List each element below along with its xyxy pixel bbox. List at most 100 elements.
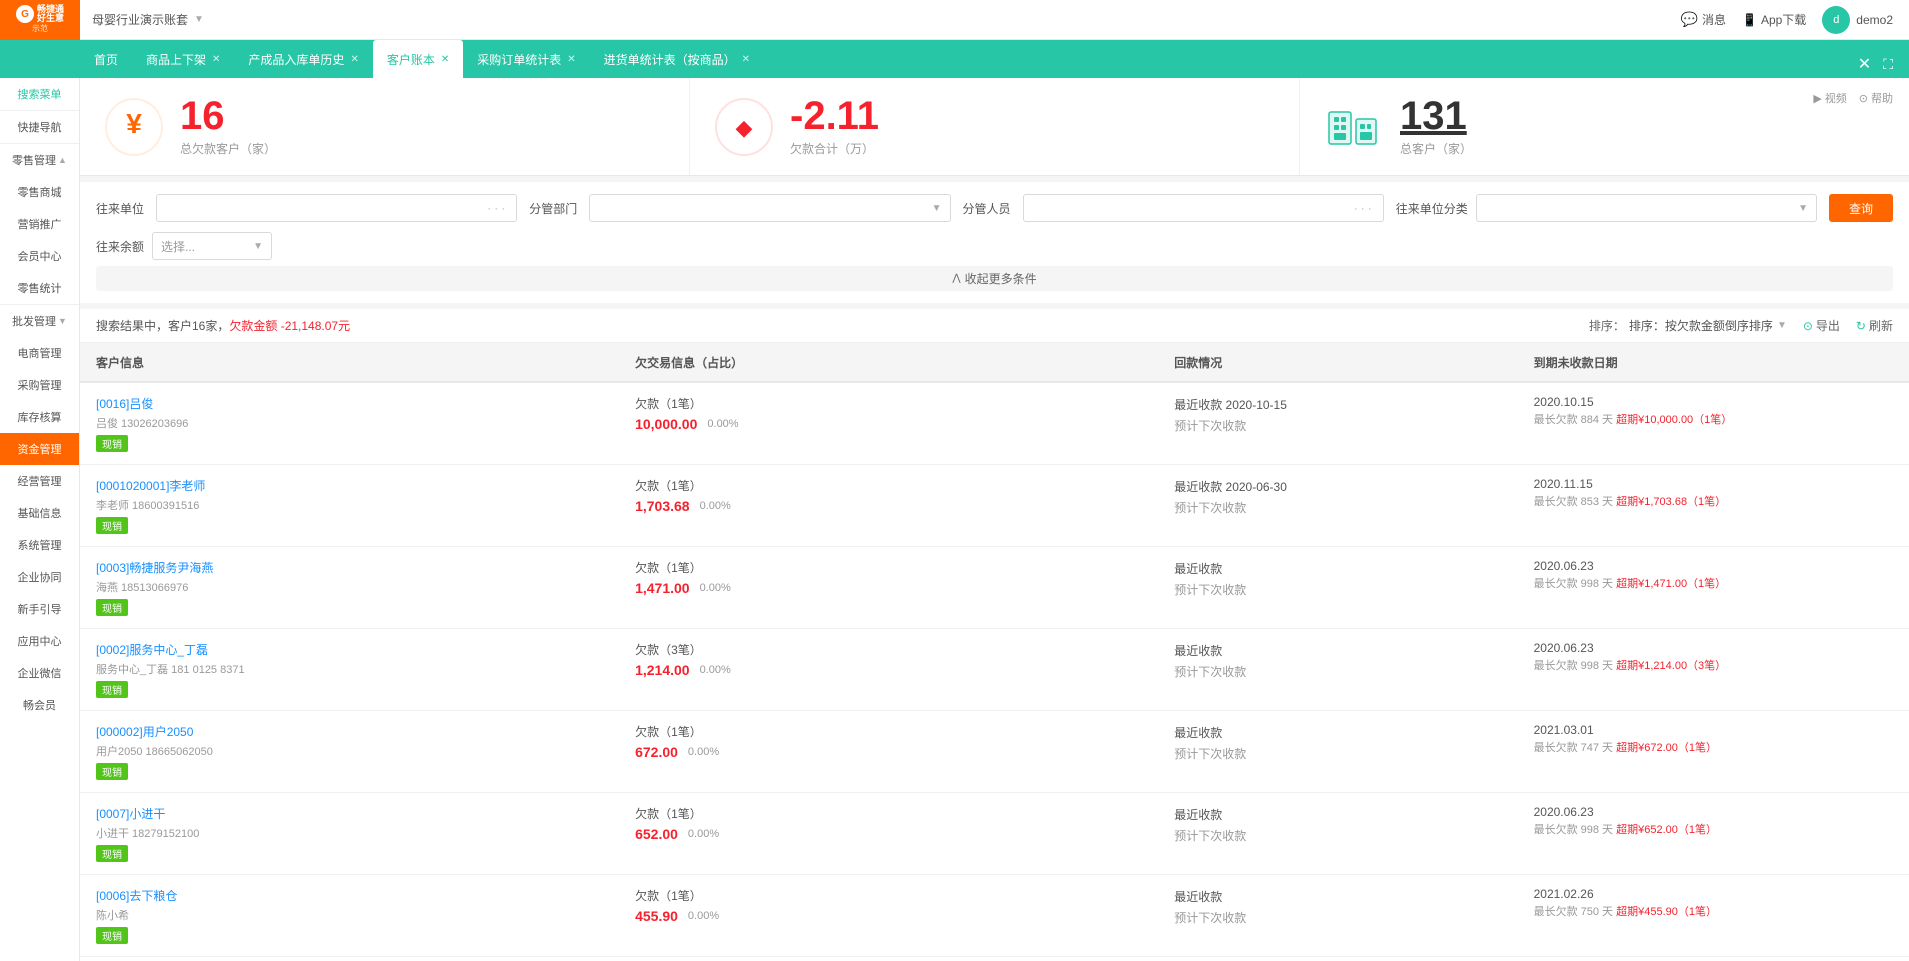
customer-name[interactable]: [0001020001]李老师: [96, 477, 635, 494]
sidebar-item-marketing[interactable]: 营销推广: [0, 208, 79, 240]
dept-select[interactable]: ▼: [589, 194, 950, 222]
sidebar-item-vip[interactable]: 畅会员: [0, 689, 79, 721]
tab-close-all-btn[interactable]: ✕: [1854, 50, 1875, 78]
overdue-amount[interactable]: 超期¥672.00（1笔）: [1616, 742, 1717, 754]
table-header: 客户信息 欠交易信息（占比） 回款情况 到期未收款日期: [80, 344, 1909, 383]
customer-phone: 用户2050 18665062050: [96, 743, 635, 759]
filter-dept-label: 分管部门: [529, 200, 581, 217]
sidebar-item-guide[interactable]: 新手引导: [0, 593, 79, 625]
overdue-amount[interactable]: 超期¥1,214.00（3笔）: [1616, 660, 1726, 672]
customer-cell: [0001020001]李老师 李老师 18600391516 现销: [96, 477, 635, 534]
unit-class-select[interactable]: ▼: [1476, 194, 1817, 222]
tab-home[interactable]: 首页: [80, 40, 132, 78]
sidebar-item-purchase[interactable]: 采购管理: [0, 369, 79, 401]
sidebar-item-ecommerce[interactable]: 电商管理: [0, 337, 79, 369]
customer-name[interactable]: [000002]用户2050: [96, 723, 635, 740]
sidebar-search[interactable]: 搜索菜单: [0, 78, 79, 111]
sidebar-item-retail-mgmt[interactable]: 零售管理▲: [0, 144, 79, 176]
overdue-days: 最长欠款 998 天 超期¥1,214.00（3笔）: [1534, 657, 1893, 673]
total-customers-value: 131: [1400, 96, 1472, 136]
overdue-amount[interactable]: 超期¥1,703.68（1笔）: [1616, 496, 1726, 508]
app-download-btn[interactable]: 📱 App下载: [1742, 11, 1806, 28]
search-button[interactable]: 查询: [1829, 194, 1893, 222]
overdue-amount[interactable]: 超期¥1,471.00（1笔）: [1616, 578, 1726, 590]
customer-tag: 现销: [96, 845, 128, 862]
debt-amount: 672.00: [635, 744, 678, 760]
overdue-date: 2021.03.01: [1534, 723, 1893, 737]
debt-amount: 652.00: [635, 826, 678, 842]
last-payment: 最近收款: [1174, 559, 1533, 581]
sidebar-item-batch-mgmt[interactable]: 批发管理▼: [0, 305, 79, 337]
overdue-date: 2020.10.15: [1534, 395, 1893, 409]
last-payment: 最近收款: [1174, 805, 1533, 827]
customer-name[interactable]: [0006]去下粮仓: [96, 887, 635, 904]
balance-select[interactable]: 选择... ▼: [152, 232, 272, 260]
source-unit-input[interactable]: ···: [156, 194, 517, 222]
debt-customers-label: 总欠款客户（家）: [180, 140, 276, 157]
help-btn[interactable]: ⊙帮助: [1859, 90, 1893, 106]
refresh-btn[interactable]: ↻ 刷新: [1856, 317, 1893, 334]
overdue-amount[interactable]: 超期¥652.00（1笔）: [1616, 824, 1717, 836]
overdue-date: 2020.06.23: [1534, 805, 1893, 819]
sidebar-item-quick-nav[interactable]: 快捷导航: [0, 111, 79, 144]
overdue-amount[interactable]: 超期¥10,000.00（1笔）: [1616, 414, 1732, 426]
tab-product-history[interactable]: 产成品入库单历史✕: [234, 40, 372, 78]
sidebar-item-basic[interactable]: 基础信息: [0, 497, 79, 529]
customer-cell: [0007]小进干 小进干 18279152100 现销: [96, 805, 635, 862]
table-row: [0001020001]李老师 李老师 18600391516 现销 欠款（1笔…: [80, 465, 1909, 547]
overdue-amount[interactable]: 超期¥455.90（1笔）: [1616, 906, 1717, 918]
sort-btn[interactable]: 排序： 排序：按欠款金额倒序排序 ▼: [1589, 317, 1787, 334]
table-row: [0007]小进干 小进干 18279152100 现销 欠款（1笔） 652.…: [80, 793, 1909, 875]
collapse-btn[interactable]: ⋀ 收起更多条件: [96, 266, 1893, 291]
tab-customer-account[interactable]: 客户账本✕: [373, 40, 463, 78]
filter-unit-class-label: 往来单位分类: [1396, 200, 1468, 217]
next-payment: 预计下次收款: [1174, 417, 1533, 434]
video-btn[interactable]: ▶视频: [1813, 90, 1846, 106]
sidebar-item-wechat[interactable]: 企业微信: [0, 657, 79, 689]
filter-balance: 往来余额 选择... ▼: [96, 232, 272, 260]
tab-stock-stat[interactable]: 进货单统计表（按商品）✕: [590, 40, 764, 78]
tab-product-offline[interactable]: 商品上下架✕: [132, 40, 234, 78]
customer-name[interactable]: [0016]吕俊: [96, 395, 635, 412]
debt-amount-value: -2.11: [790, 96, 879, 136]
sidebar-item-retail-stat[interactable]: 零售统计: [0, 272, 79, 305]
debt-amount: 1,471.00: [635, 580, 690, 596]
user-avatar[interactable]: d demo2: [1822, 6, 1893, 34]
tab-expand-btn[interactable]: ⛶: [1879, 52, 1897, 77]
chevron-down-icon2: ▼: [1798, 203, 1808, 214]
next-payment: 预计下次收款: [1174, 745, 1533, 762]
customer-name[interactable]: [0007]小进干: [96, 805, 635, 822]
overdue-days: 最长欠款 884 天 超期¥10,000.00（1笔）: [1534, 411, 1893, 427]
return-cell: 最近收款 预计下次收款: [1174, 887, 1533, 926]
table-row: [0006]去下粮仓 陈小希 现销 欠款（1笔） 455.90 0.00% 最近…: [80, 875, 1909, 957]
last-payment: 最近收款 2020-10-15: [1174, 395, 1533, 417]
sidebar-item-operation[interactable]: 经营管理: [0, 465, 79, 497]
sidebar-item-app-center[interactable]: 应用中心: [0, 625, 79, 657]
company-name: 母婴行业演示账套 ▼: [80, 11, 216, 28]
sidebar-item-system[interactable]: 系统管理: [0, 529, 79, 561]
tab-purchase-stat[interactable]: 采购订单统计表✕: [463, 40, 589, 78]
sidebar-item-inventory[interactable]: 库存核算: [0, 401, 79, 433]
filter-person-label: 分管人员: [963, 200, 1015, 217]
person-input[interactable]: ···: [1023, 194, 1384, 222]
overdue-cell: 2021.03.01 最长欠款 747 天 超期¥672.00（1笔）: [1534, 723, 1893, 755]
customer-cell: [0002]服务中心_丁磊 服务中心_丁磊 181 0125 8371 现销: [96, 641, 635, 698]
filter-area: 往来单位 ··· 分管部门 ▼ 分管人员 ···: [80, 182, 1909, 303]
sidebar-item-enterprise[interactable]: 企业协同: [0, 561, 79, 593]
last-payment: 最近收款: [1174, 641, 1533, 663]
sidebar-item-retail-store[interactable]: 零售商城: [0, 176, 79, 208]
customer-name[interactable]: [0003]畅捷服务尹海燕: [96, 559, 635, 576]
sidebar-item-member[interactable]: 会员中心: [0, 240, 79, 272]
data-table: 客户信息 欠交易信息（占比） 回款情况 到期未收款日期 [0016]吕俊 吕俊 …: [80, 344, 1909, 961]
sidebar-item-finance[interactable]: 资金管理: [0, 433, 79, 465]
export-btn[interactable]: ⊙ 导出: [1803, 317, 1840, 334]
stat-icon-2: ◆: [714, 97, 774, 157]
customer-tag: 现销: [96, 599, 128, 616]
table-row: [000002]用户2050 用户2050 18665062050 现销 欠款（…: [80, 711, 1909, 793]
col-header-debt: 欠交易信息（占比）: [635, 354, 1174, 371]
customer-name[interactable]: [0002]服务中心_丁磊: [96, 641, 635, 658]
message-btn[interactable]: 💬 消息: [1681, 11, 1726, 28]
sidebar: 搜索菜单 快捷导航 零售管理▲ 零售商城 营销推广 会员中心 零售统计 批发管理…: [0, 78, 80, 961]
debt-count: 欠款（1笔）: [635, 395, 1174, 412]
table-row: [0016]吕俊 吕俊 13026203696 现销 欠款（1笔） 10,000…: [80, 383, 1909, 465]
